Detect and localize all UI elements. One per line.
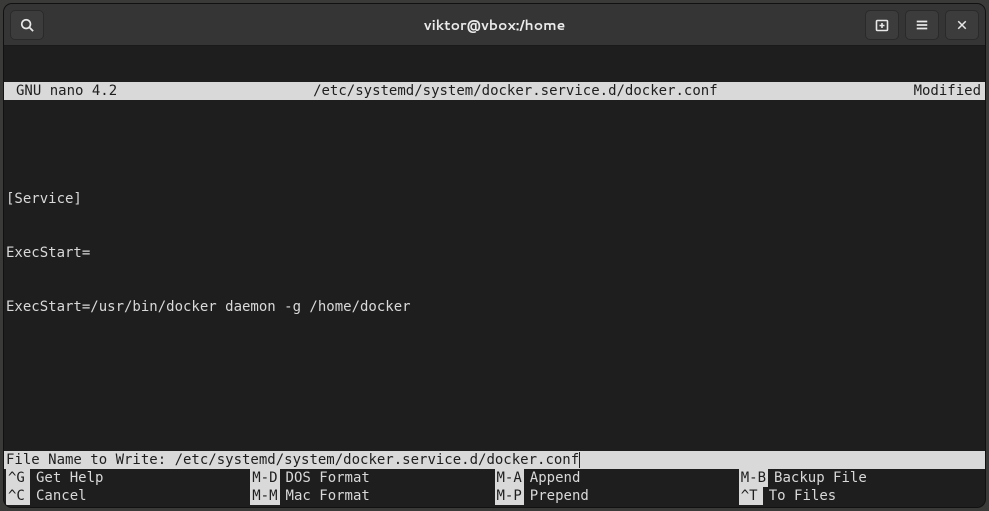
nano-editor-body[interactable]: [Service] ExecStart= ExecStart=/usr/bin/… xyxy=(4,154,985,352)
shortcut-label: Backup File xyxy=(768,469,867,487)
prompt-label: File Name to Write: xyxy=(6,451,175,469)
shortcut-dos-format: M-DDOS Format xyxy=(250,469,494,487)
titlebar-right xyxy=(865,10,979,40)
prompt-value: /etc/systemd/system/docker.service.d/doc… xyxy=(175,451,580,469)
text-cursor xyxy=(579,452,580,468)
terminal-content[interactable]: GNU nano 4.2 /etc/systemd/system/docker.… xyxy=(4,46,985,507)
shortcut-label: DOS Format xyxy=(280,469,370,487)
shortcut-label: To Files xyxy=(763,487,836,505)
shortcut-key: M-A xyxy=(495,469,524,487)
shortcut-key: M-M xyxy=(250,487,279,505)
menu-button[interactable] xyxy=(905,10,939,40)
terminal-window: viktor@vbox:/home GNU nano 4.2 /etc/syst… xyxy=(4,4,985,507)
shortcut-label: Prepend xyxy=(524,487,589,505)
shortcut-label: Get Help xyxy=(30,469,103,487)
shortcut-append: M-AAppend xyxy=(495,469,739,487)
editor-line: ExecStart= xyxy=(6,244,983,262)
shortcut-prepend: M-PPrepend xyxy=(495,487,739,505)
nano-shortcuts: ^GGet Help M-DDOS Format M-AAppend M-BBa… xyxy=(4,469,985,505)
shortcut-backup-file: M-BBackup File xyxy=(739,469,983,487)
search-icon xyxy=(20,18,34,32)
close-icon xyxy=(956,19,968,31)
editor-line: ExecStart=/usr/bin/docker daemon -g /hom… xyxy=(6,298,983,316)
titlebar: viktor@vbox:/home xyxy=(4,4,985,46)
hamburger-icon xyxy=(915,18,929,32)
search-button[interactable] xyxy=(10,10,44,40)
shortcut-key: ^G xyxy=(6,469,30,487)
nano-header: GNU nano 4.2 /etc/systemd/system/docker.… xyxy=(4,82,985,100)
shortcut-get-help: ^GGet Help xyxy=(6,469,250,487)
nano-file-path: /etc/systemd/system/docker.service.d/doc… xyxy=(117,82,913,100)
shortcut-key: ^T xyxy=(739,487,763,505)
close-button[interactable] xyxy=(945,10,979,40)
nano-app-name: GNU nano 4.2 xyxy=(6,82,117,100)
shortcut-key: M-P xyxy=(495,487,524,505)
shortcut-cancel: ^CCancel xyxy=(6,487,250,505)
new-tab-icon xyxy=(874,17,890,33)
new-tab-button[interactable] xyxy=(865,10,899,40)
nano-modified-status: Modified xyxy=(914,82,983,100)
shortcut-to-files: ^TTo Files xyxy=(739,487,983,505)
shortcut-label: Cancel xyxy=(30,487,87,505)
shortcut-key: M-B xyxy=(739,469,768,487)
nano-write-prompt[interactable]: File Name to Write: /etc/systemd/system/… xyxy=(4,451,985,469)
shortcut-mac-format: M-MMac Format xyxy=(250,487,494,505)
shortcut-label: Mac Format xyxy=(280,487,370,505)
window-title: viktor@vbox:/home xyxy=(4,15,985,35)
shortcut-label: Append xyxy=(524,469,581,487)
shortcut-key: M-D xyxy=(250,469,279,487)
shortcut-key: ^C xyxy=(6,487,30,505)
editor-line: [Service] xyxy=(6,190,983,208)
